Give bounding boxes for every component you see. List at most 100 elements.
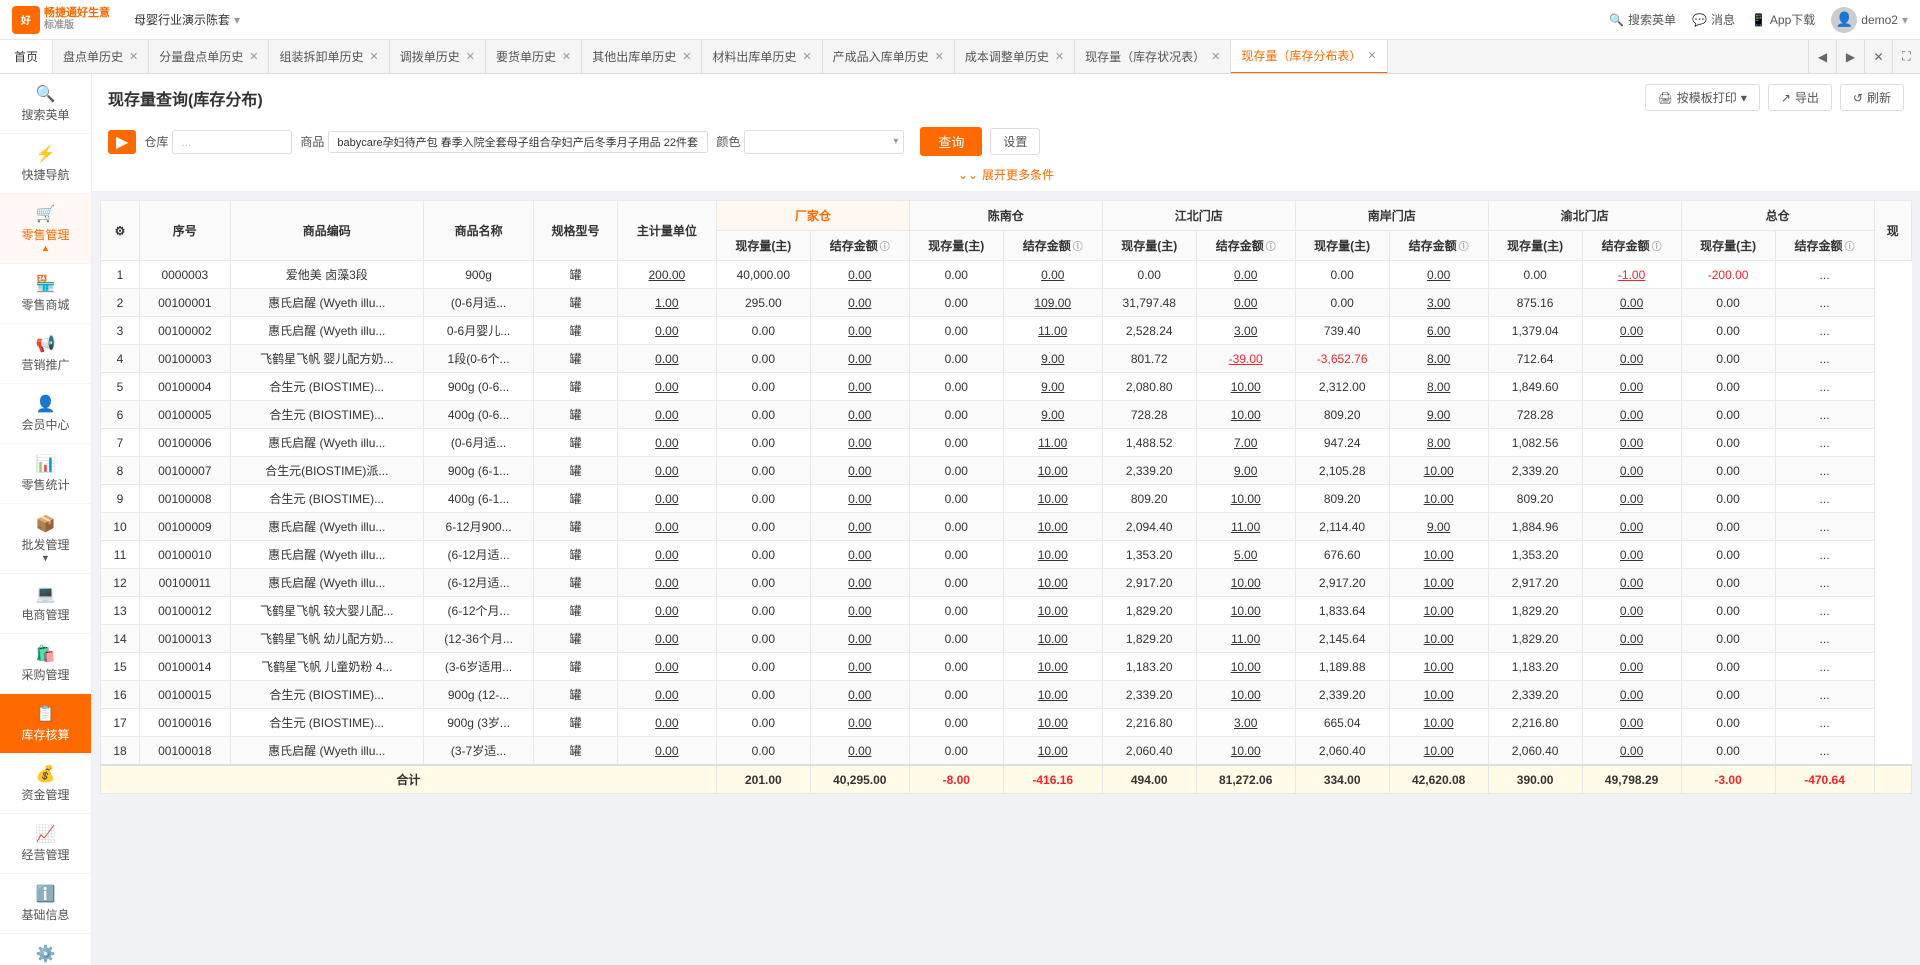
table-cell[interactable]: 10.00 (1196, 681, 1295, 709)
table-cell[interactable]: 11.00 (1196, 625, 1295, 653)
sidebar-item-search[interactable]: 🔍 搜索英单 (0, 74, 91, 134)
sidebar-item-ecommerce[interactable]: 💻 电商管理 (0, 574, 91, 634)
table-cell[interactable]: 0.00 (810, 261, 909, 289)
table-cell[interactable]: 0.00 (617, 401, 716, 429)
table-cell[interactable]: 0.00 (1582, 373, 1681, 401)
sidebar-item-inventory[interactable]: 📋 库存核算 (0, 694, 91, 754)
table-cell[interactable]: 10.00 (1196, 485, 1295, 513)
table-cell[interactable]: 5.00 (1196, 541, 1295, 569)
table-cell[interactable]: 3.00 (1196, 709, 1295, 737)
search-button[interactable]: 查询 (920, 127, 982, 156)
table-cell[interactable]: 0.00 (810, 401, 909, 429)
table-cell[interactable]: 9.00 (1003, 373, 1102, 401)
search-quick[interactable]: 🔍 搜索英单 (1609, 11, 1676, 28)
table-cell[interactable]: 0.00 (1582, 653, 1681, 681)
tab-cbtzd[interactable]: 成本调整单历史 ✕ (955, 40, 1075, 74)
sidebar-item-finance[interactable]: 💰 资金管理 (0, 754, 91, 814)
tab-close-all-btn[interactable]: ✕ (1864, 40, 1892, 74)
table-cell[interactable]: 0.00 (1196, 261, 1295, 289)
tab-close-icon[interactable]: ✕ (935, 50, 944, 63)
sidebar-item-retail-mgmt[interactable]: 🛒 零售管理 ▲ (0, 194, 91, 264)
table-cell[interactable]: 0.00 (1582, 597, 1681, 625)
table-cell[interactable]: 10.00 (1389, 625, 1488, 653)
table-cell[interactable]: 10.00 (1389, 457, 1488, 485)
table-cell[interactable]: 9.00 (1196, 457, 1295, 485)
table-cell[interactable]: 0.00 (1582, 709, 1681, 737)
tab-close-icon[interactable]: ✕ (129, 50, 138, 63)
tab-xcl-kcfb[interactable]: 现存量（库存分布表） ✕ (1231, 40, 1387, 74)
table-cell[interactable]: 0.00 (810, 457, 909, 485)
table-cell[interactable]: 3.00 (1389, 289, 1488, 317)
table-cell[interactable]: 10.00 (1003, 485, 1102, 513)
table-cell[interactable]: 0.00 (810, 597, 909, 625)
expand-more-btn[interactable]: ⌄⌄ 展开更多条件 (108, 162, 1904, 191)
tab-close-icon[interactable]: ✕ (802, 50, 811, 63)
table-cell[interactable]: 10.00 (1003, 653, 1102, 681)
table-cell[interactable]: 0.00 (1582, 485, 1681, 513)
table-cell[interactable]: 0.00 (617, 429, 716, 457)
table-cell[interactable]: 10.00 (1196, 737, 1295, 766)
sidebar-item-operations[interactable]: 📈 经营管理 (0, 814, 91, 874)
table-cell[interactable]: 0.00 (617, 317, 716, 345)
table-cell[interactable]: 0.00 (617, 709, 716, 737)
table-cell[interactable]: 10.00 (1003, 569, 1102, 597)
table-cell[interactable]: 8.00 (1389, 345, 1488, 373)
table-cell[interactable]: 0.00 (1389, 261, 1488, 289)
table-cell[interactable]: 10.00 (1003, 737, 1102, 766)
tab-yhd[interactable]: 要货单历史 ✕ (486, 40, 582, 74)
tab-qtckd[interactable]: 其他出库单历史 ✕ (582, 40, 702, 74)
table-cell[interactable]: 109.00 (1003, 289, 1102, 317)
tab-close-icon[interactable]: ✕ (1367, 49, 1376, 62)
table-cell[interactable]: 8.00 (1389, 373, 1488, 401)
table-cell[interactable]: 0.00 (810, 625, 909, 653)
sidebar-item-retail-stats[interactable]: 📊 零售统计 (0, 444, 91, 504)
table-cell[interactable]: 0.00 (810, 289, 909, 317)
table-cell[interactable]: 0.00 (810, 373, 909, 401)
table-cell[interactable]: 0.00 (810, 513, 909, 541)
table-cell[interactable]: 10.00 (1389, 597, 1488, 625)
table-cell[interactable]: 10.00 (1389, 737, 1488, 766)
table-cell[interactable]: 0.00 (617, 457, 716, 485)
sidebar-item-nav[interactable]: ⚡ 快捷导航 (0, 134, 91, 194)
tab-close-icon[interactable]: ✕ (1211, 50, 1220, 63)
table-cell[interactable]: 3.00 (1196, 317, 1295, 345)
table-cell[interactable]: 10.00 (1003, 541, 1102, 569)
industry-select[interactable]: 母婴行业演示陈套 ▾ (134, 11, 240, 28)
table-cell[interactable]: 6.00 (1389, 317, 1488, 345)
info-icon[interactable]: ⓘ (1073, 242, 1083, 253)
tab-clckd[interactable]: 材料出库单历史 ✕ (702, 40, 822, 74)
table-cell[interactable]: 0.00 (810, 653, 909, 681)
table-cell[interactable]: 10.00 (1389, 709, 1488, 737)
table-cell[interactable]: 0.00 (617, 681, 716, 709)
goods-input[interactable] (328, 131, 708, 153)
table-cell[interactable]: 10.00 (1003, 709, 1102, 737)
expand-collapse-btn[interactable]: ▶ (108, 130, 136, 154)
table-cell[interactable]: 0.00 (617, 625, 716, 653)
table-cell[interactable]: 10.00 (1196, 597, 1295, 625)
table-cell[interactable]: 0.00 (1582, 569, 1681, 597)
sidebar-item-wholesale[interactable]: 📦 批发管理 ▼ (0, 504, 91, 574)
tab-expand-btn[interactable]: ⛶ (1892, 40, 1920, 74)
table-cell[interactable]: 0.00 (1003, 261, 1102, 289)
table-cell[interactable]: 0.00 (617, 513, 716, 541)
table-cell[interactable]: 10.00 (1196, 401, 1295, 429)
table-cell[interactable]: 0.00 (617, 541, 716, 569)
table-cell[interactable]: 0.00 (617, 485, 716, 513)
tab-close-icon[interactable]: ✕ (370, 50, 379, 63)
tab-close-icon[interactable]: ✕ (682, 50, 691, 63)
sidebar-item-marketing[interactable]: 📢 营销推广 (0, 324, 91, 384)
table-cell[interactable]: 0.00 (1582, 681, 1681, 709)
table-cell[interactable]: 0.00 (617, 653, 716, 681)
table-cell[interactable]: 10.00 (1003, 457, 1102, 485)
table-cell[interactable]: -39.00 (1196, 345, 1295, 373)
table-cell[interactable]: 10.00 (1196, 569, 1295, 597)
table-cell[interactable]: 0.00 (1582, 429, 1681, 457)
table-cell[interactable]: 7.00 (1196, 429, 1295, 457)
tab-pddl[interactable]: 盘点单历史 ✕ (53, 40, 149, 74)
tab-home[interactable]: 首页 (0, 40, 53, 74)
table-cell[interactable]: 0.00 (810, 737, 909, 766)
table-cell[interactable]: 10.00 (1389, 541, 1488, 569)
messages-btn[interactable]: 💬 消息 (1692, 11, 1735, 28)
color-input[interactable] (744, 130, 904, 154)
table-cell[interactable]: 11.00 (1003, 317, 1102, 345)
